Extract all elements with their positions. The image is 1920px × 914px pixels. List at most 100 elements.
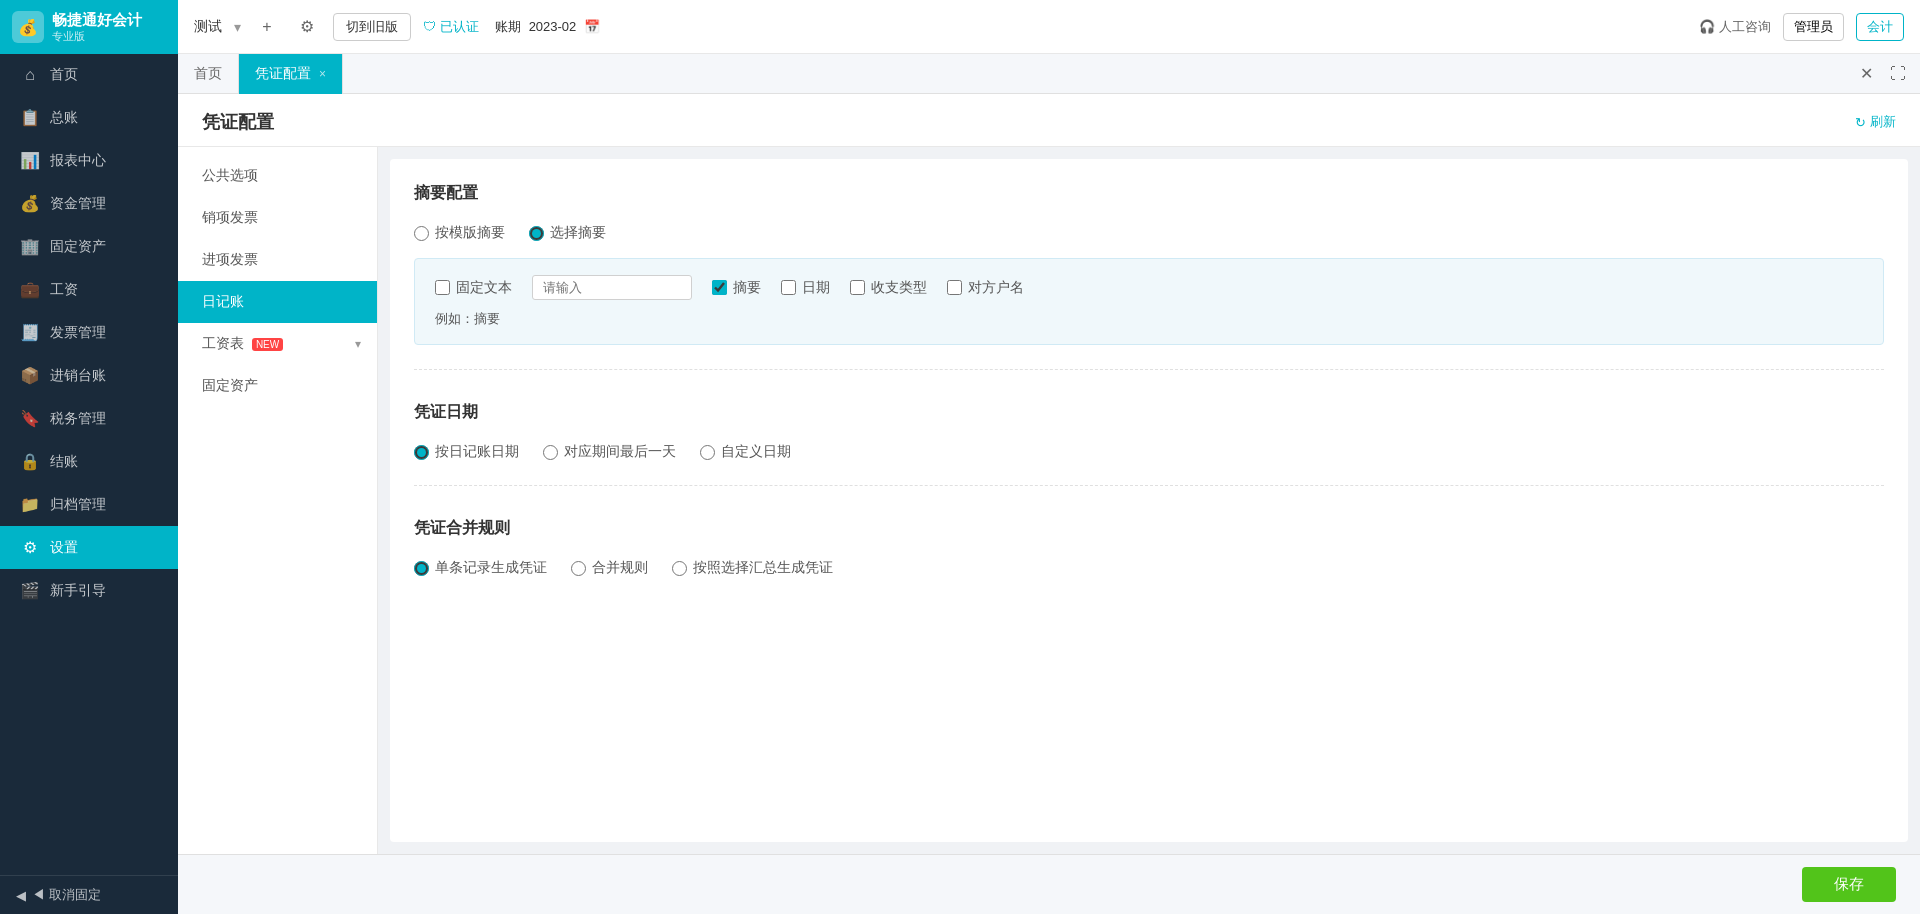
sidebar-item-archive[interactable]: 📁 归档管理 — [0, 483, 178, 526]
left-nav: 公共选项销项发票进项发票日记账工资表 NEW▾固定资产 — [178, 147, 378, 854]
refresh-button[interactable]: ↻ 刷新 — [1855, 113, 1896, 131]
calendar-icon[interactable]: 📅 — [584, 19, 600, 34]
merge-title: 凭证合并规则 — [414, 518, 1884, 539]
income-type-option[interactable]: 收支类型 — [850, 279, 927, 297]
page-body: 公共选项销项发票进项发票日记账工资表 NEW▾固定资产 摘要配置 按模版摘要 选… — [178, 147, 1920, 854]
sidebar-item-fixed-assets[interactable]: 🏢 固定资产 — [0, 225, 178, 268]
summary-checkbox[interactable] — [712, 280, 727, 295]
income-type-checkbox[interactable] — [850, 280, 865, 295]
date-option[interactable]: 日期 — [781, 279, 830, 297]
switch-old-version-button[interactable]: 切到旧版 — [333, 13, 411, 41]
page-header: 凭证配置 ↻ 刷新 — [178, 94, 1920, 147]
summary-radio-group: 按模版摘要 选择摘要 — [414, 224, 1884, 242]
sidebar-label-salary: 工资 — [50, 281, 78, 299]
date-checkbox[interactable] — [781, 280, 796, 295]
left-nav-item-payroll[interactable]: 工资表 NEW▾ — [178, 323, 377, 365]
window-close-button[interactable]: ✕ — [1852, 60, 1880, 88]
sidebar-label-purchase-sale: 进销台账 — [50, 367, 106, 385]
summary-option[interactable]: 摘要 — [712, 279, 761, 297]
sidebar-label-report: 报表中心 — [50, 152, 106, 170]
sidebar-item-tax[interactable]: 🔖 税务管理 — [0, 397, 178, 440]
sidebar-label-archive: 归档管理 — [50, 496, 106, 514]
summary-select-radio[interactable] — [529, 226, 544, 241]
counterpart-checkbox[interactable] — [947, 280, 962, 295]
sidebar-label-tax: 税务管理 — [50, 410, 106, 428]
sidebar-item-settings[interactable]: ⚙ 设置 — [0, 526, 178, 569]
merge-radio-group: 单条记录生成凭证 合并规则 按照选择汇总生成凭证 — [414, 559, 1884, 577]
tab-voucher-config[interactable]: 凭证配置 × — [239, 54, 343, 94]
cancel-pin-button[interactable]: ◀ ◀ 取消固定 — [0, 875, 178, 914]
sidebar-item-home[interactable]: ⌂ 首页 — [0, 54, 178, 96]
tabbar: 首页 凭证配置 × ✕ ⛶ — [178, 54, 1920, 94]
date-section: 凭证日期 按日记账日期 对应期间最后一天 自定义日期 — [414, 402, 1884, 486]
fixed-text-checkbox[interactable] — [435, 280, 450, 295]
sidebar-label-home: 首页 — [50, 66, 78, 84]
merge-rule-option[interactable]: 合并规则 — [571, 559, 648, 577]
role-button[interactable]: 会计 — [1856, 13, 1904, 41]
sidebar-icon-closing: 🔒 — [20, 452, 40, 471]
counterpart-option[interactable]: 对方户名 — [947, 279, 1024, 297]
left-nav-item-fixed-assets[interactable]: 固定资产 — [178, 365, 377, 407]
left-nav-item-journal[interactable]: 日记账 — [178, 281, 377, 323]
headset-icon: 🎧 — [1699, 19, 1715, 34]
sidebar-item-guide[interactable]: 🎬 新手引导 — [0, 569, 178, 612]
topbar-right: 🎧 人工咨询 管理员 会计 — [1699, 13, 1904, 41]
summary-options-row: 固定文本 摘要 日期 — [435, 275, 1863, 300]
company-name: 测试 — [194, 18, 222, 36]
example-text: 例如：摘要 — [435, 310, 1863, 328]
custom-date-radio[interactable] — [700, 445, 715, 460]
fixed-text-option[interactable]: 固定文本 — [435, 279, 512, 297]
summary-options-box: 固定文本 摘要 日期 — [414, 258, 1884, 345]
merge-section: 凭证合并规则 单条记录生成凭证 合并规则 按照选择汇总生成凭证 — [414, 518, 1884, 601]
sidebar-item-salary[interactable]: 💼 工资 — [0, 268, 178, 311]
sidebar-item-purchase-sale[interactable]: 📦 进销台账 — [0, 354, 178, 397]
select-merge-radio[interactable] — [672, 561, 687, 576]
merge-rule-radio[interactable] — [571, 561, 586, 576]
window-controls: ✕ ⛶ — [1852, 60, 1920, 88]
journal-date-option[interactable]: 按日记账日期 — [414, 443, 519, 461]
settings-button[interactable]: ⚙ — [293, 13, 321, 41]
fixed-text-input[interactable] — [532, 275, 692, 300]
sidebar-item-report[interactable]: 📊 报表中心 — [0, 139, 178, 182]
tab-close-icon[interactable]: × — [319, 67, 326, 81]
date-title: 凭证日期 — [414, 402, 1884, 423]
logo-text: 畅捷通好会计 专业版 — [52, 11, 142, 44]
left-nav-item-purchase-invoice[interactable]: 进项发票 — [178, 239, 377, 281]
refresh-icon: ↻ — [1855, 115, 1866, 130]
sidebar-icon-archive: 📁 — [20, 495, 40, 514]
sidebar-icon-report: 📊 — [20, 151, 40, 170]
window-expand-button[interactable]: ⛶ — [1884, 60, 1912, 88]
sidebar: 💰 畅捷通好会计 专业版 ⌂ 首页 📋 总账 📊 报表中心 💰 资金管理 🏢 固… — [0, 0, 178, 914]
sidebar-label-ledger: 总账 — [50, 109, 78, 127]
left-nav-item-public[interactable]: 公共选项 — [178, 155, 377, 197]
select-merge-option[interactable]: 按照选择汇总生成凭证 — [672, 559, 833, 577]
custom-date-option[interactable]: 自定义日期 — [700, 443, 791, 461]
company-dropdown-icon[interactable]: ▾ — [234, 19, 241, 35]
sidebar-icon-capital: 💰 — [20, 194, 40, 213]
page-title: 凭证配置 — [202, 110, 274, 134]
save-button[interactable]: 保存 — [1802, 867, 1896, 902]
consult-button[interactable]: 🎧 人工咨询 — [1699, 18, 1771, 36]
topbar: 测试 ▾ + ⚙ 切到旧版 🛡 已认证 账期 2023-02 📅 🎧 人工咨询 … — [178, 0, 1920, 54]
user-button[interactable]: 管理员 — [1783, 13, 1844, 41]
summary-template-option[interactable]: 按模版摘要 — [414, 224, 505, 242]
single-radio[interactable] — [414, 561, 429, 576]
sidebar-icon-invoice: 🧾 — [20, 323, 40, 342]
summary-select-option[interactable]: 选择摘要 — [529, 224, 606, 242]
period-last-radio[interactable] — [543, 445, 558, 460]
sidebar-icon-salary: 💼 — [20, 280, 40, 299]
add-button[interactable]: + — [253, 13, 281, 41]
single-option[interactable]: 单条记录生成凭证 — [414, 559, 547, 577]
journal-date-radio[interactable] — [414, 445, 429, 460]
left-nav-item-sales-invoice[interactable]: 销项发票 — [178, 197, 377, 239]
sidebar-item-closing[interactable]: 🔒 结账 — [0, 440, 178, 483]
sidebar-item-invoice[interactable]: 🧾 发票管理 — [0, 311, 178, 354]
sidebar-item-capital[interactable]: 💰 资金管理 — [0, 182, 178, 225]
tab-home[interactable]: 首页 — [178, 54, 239, 94]
sidebar-icon-home: ⌂ — [20, 66, 40, 84]
expand-arrow-payroll: ▾ — [355, 337, 361, 351]
new-badge-payroll: NEW — [252, 338, 283, 351]
sidebar-item-ledger[interactable]: 📋 总账 — [0, 96, 178, 139]
summary-template-radio[interactable] — [414, 226, 429, 241]
period-last-option[interactable]: 对应期间最后一天 — [543, 443, 676, 461]
